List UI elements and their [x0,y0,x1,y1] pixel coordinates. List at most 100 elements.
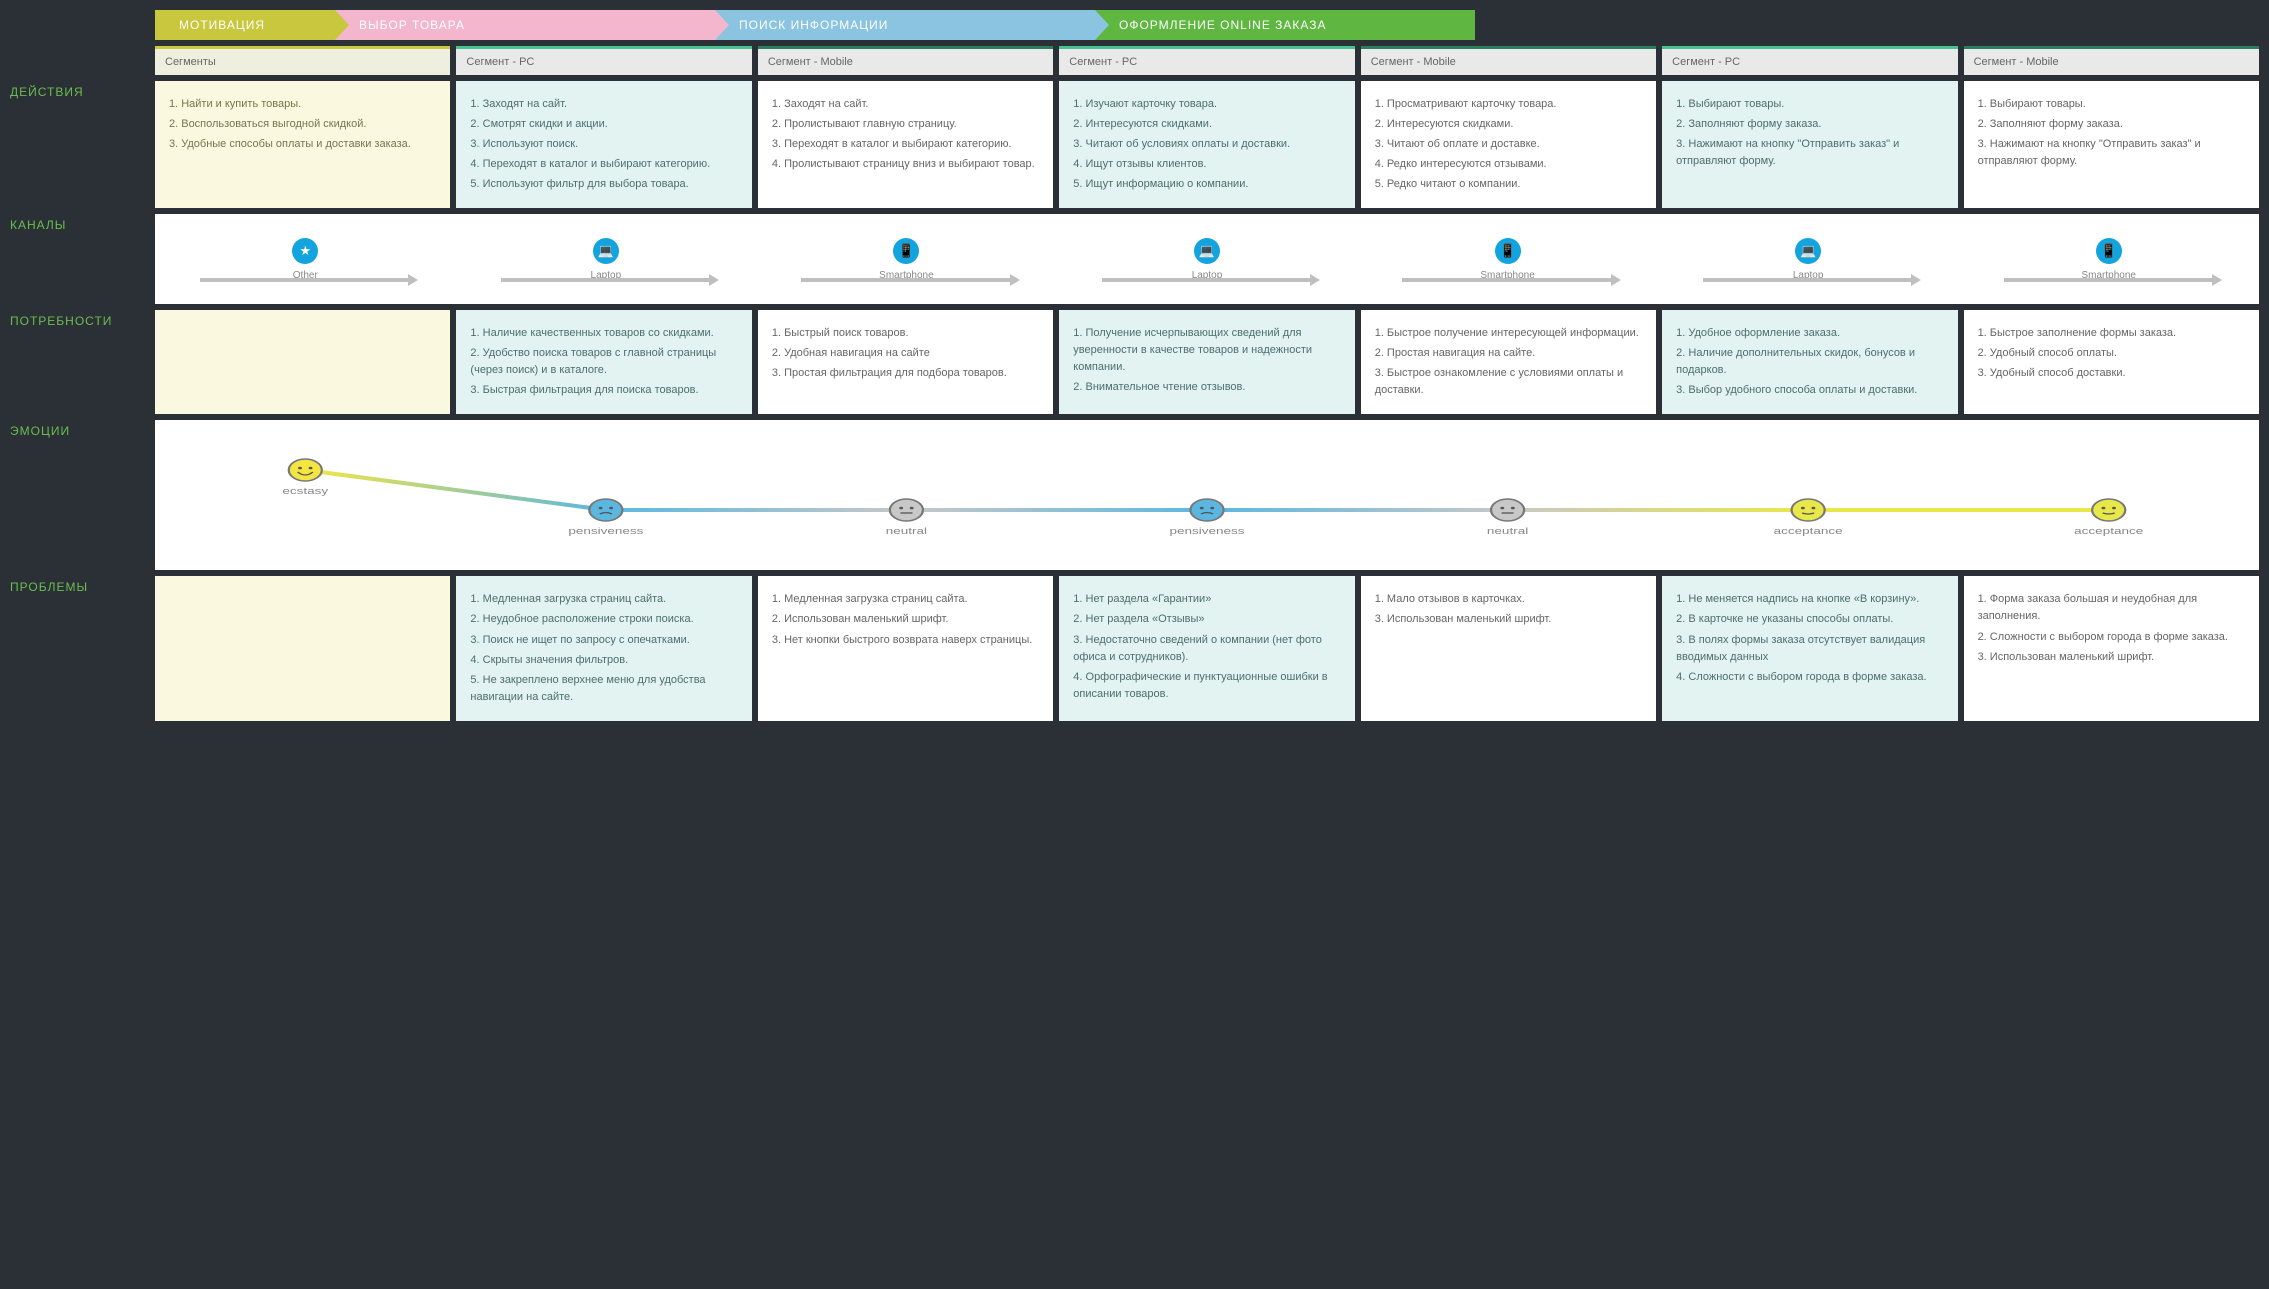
card-line: 1. Просматривают карточку товара. [1375,96,1642,113]
card: 1. Получение исчерпывающих сведений для … [1059,310,1354,414]
emotion-face-icon [2092,499,2125,521]
card-line: 3. Нет кнопки быстрого возврата наверх с… [772,632,1039,649]
card-line: 4. Орфографические и пунктуационные ошиб… [1073,669,1340,703]
card-line: 1. Выбирают товары. [1978,96,2245,113]
card: 1. Просматривают карточку товара. 2. Инте… [1361,81,1656,208]
card-line: 3. Поиск не ищет по запросу с опечатками… [470,632,737,649]
card-line: 1. Найти и купить товары. [169,96,436,113]
card-line: 1. Форма заказа большая и неудобная для … [1978,591,2245,625]
card-line: 4. Редко интересуются отзывами. [1375,156,1642,173]
phone-icon: 📱 [1495,238,1521,264]
card-line: 2. Интересуются скидками. [1073,116,1340,133]
card-line: 2. Внимательное чтение отзывов. [1073,379,1340,396]
row-label-channels: КАНАЛЫ [10,218,155,232]
card: 1. Изучают карточку товара.2. Интересуют… [1059,81,1354,208]
phone-icon: 📱 [893,238,919,264]
card: 1. Наличие качественных товаров со скидк… [456,310,751,414]
card-line: 2. Заполняют форму заказа. [1978,116,2245,133]
channel-cell: 💻 Laptop [1057,238,1358,281]
needs-row: 1. Наличие качественных товаров со скидк… [155,310,2259,414]
card-line: 2. Пролистывают главную страницу. [772,116,1039,133]
problems-row: 1. Медленная загрузка страниц сайта. 2. Н… [155,576,2259,720]
card-line: 2. Удобный способ оплаты. [1978,345,2245,362]
card-line: 1. Нет раздела «Гарантии» [1073,591,1340,608]
emotion-face-icon [589,499,622,521]
card-line: 1. Получение исчерпывающих сведений для … [1073,325,1340,376]
card-line: 2. Воспользоваться выгодной скидкой. [169,116,436,133]
row-label-needs: ПОТРЕБНОСТИ [10,314,155,328]
card-line: 2. Интересуются скидками. [1375,116,1642,133]
card-line: 3. Используют поиск. [470,136,737,153]
segment-header: Сегмент - PC [456,46,751,75]
card-line: 2. Смотрят скидки и акции. [470,116,737,133]
card-line: 4. Сложности с выбором города в форме за… [1676,669,1943,686]
card: 1. Удобное оформление заказа.2. Наличие … [1662,310,1957,414]
phase-search: ПОИСК ИНФОРМАЦИИ [715,10,1095,40]
card-line: 1. Медленная загрузка страниц сайта. [470,591,737,608]
card-line: 4. Ищут отзывы клиентов. [1073,156,1340,173]
card: 1. Мало отзывов в карточках.3. Использов… [1361,576,1656,720]
row-label-actions: ДЕЙСТВИЯ [10,85,155,99]
card-line: 2. Удобство поиска товаров с главной стр… [470,345,737,379]
card-line: 3. Недостаточно сведений о компании (нет… [1073,632,1340,666]
card-line: 4. Переходят в каталог и выбирают катего… [470,156,737,173]
card-line: 3. В полях формы заказа отсутствует вали… [1676,632,1943,666]
card: 1. Медленная загрузка страниц сайта. 2. И… [758,576,1053,720]
card-line: 3. Переходят в каталог и выбирают катего… [772,136,1039,153]
channel-cell: 💻 Laptop [456,238,757,281]
card-line: 2. Простая навигация на сайте. [1375,345,1642,362]
card: 1. Быстрый поиск товаров. 2. Удобная нави… [758,310,1053,414]
emotion-label: acceptance [2074,527,2143,536]
card-line: 3. Читают об условиях оплаты и доставки. [1073,136,1340,153]
card-line: 2. Использован маленький шрифт. [772,611,1039,628]
emotion-face-icon [1190,499,1223,521]
card-line: 1. Быстрое получение интересующей информ… [1375,325,1642,342]
phase-checkout: ОФОРМЛЕНИЕ ONLINE ЗАКАЗА [1095,10,1475,40]
laptop-icon: 💻 [1795,238,1821,264]
emotion-face-icon [289,459,322,481]
segment-header: Сегмент - PC [1059,46,1354,75]
card-line: 3. Выбор удобного способа оплаты и доста… [1676,382,1943,399]
card-line: 2. Нет раздела «Отзывы» [1073,611,1340,628]
emotion-face-icon [1792,499,1825,521]
card-line: 1. Мало отзывов в карточках. [1375,591,1642,608]
card [155,310,450,414]
card: 1. Выбирают товары.2. Заполняют форму за… [1662,81,1957,208]
emotion-label: neutral [1487,527,1528,536]
segment-headers: Сегменты Сегмент - PC Сегмент - Mobile С… [155,46,2259,75]
card: 1. Выбирают товары. 2. Заполняют форму за… [1964,81,2259,208]
card-line: 2. Неудобное расположение строки поиска. [470,611,737,628]
card-line: 1. Быстрый поиск товаров. [772,325,1039,342]
emotion-face-icon [1491,499,1524,521]
card-line: 3. Быстрое ознакомление с условиями опла… [1375,365,1642,399]
segment-header: Сегмент - Mobile [1964,46,2259,75]
card: 1. Медленная загрузка страниц сайта. 2. Н… [456,576,751,720]
channel-cell: 📱 Smartphone [1357,238,1658,281]
card-line: 1. Медленная загрузка страниц сайта. [772,591,1039,608]
card-line: 5. Ищут информацию о компании. [1073,176,1340,193]
card: 1. Нет раздела «Гарантии» 2. Нет раздела … [1059,576,1354,720]
emotion-label: acceptance [1774,527,1843,536]
card-line: 3. Удобный способ доставки. [1978,365,2245,382]
card-line: 1. Наличие качественных товаров со скидк… [470,325,737,342]
card-line: 2. Удобная навигация на сайте [772,345,1039,362]
card: 1. Форма заказа большая и неудобная для … [1964,576,2259,720]
card-line: 2. Сложности с выбором города в форме за… [1978,629,2245,646]
phase-selection: ВЫБОР ТОВАРА [335,10,715,40]
emotion-face-icon [890,499,923,521]
channel-cell: 📱 Smartphone [756,238,1057,281]
phase-header: МОТИВАЦИЯ ВЫБОР ТОВАРА ПОИСК ИНФОРМАЦИИ … [155,10,2259,40]
card-line: 2. Наличие дополнительных скидок, бонусо… [1676,345,1943,379]
card: 1. Заходят на сайт.2. Смотрят скидки и а… [456,81,751,208]
channel-cell: ★ Other [155,238,456,281]
card-line: 5. Не закреплено верхнее меню для удобст… [470,672,737,706]
card-line: 4. Пролистывают страницу вниз и выбирают… [772,156,1039,173]
emotion-label: pensiveness [1169,527,1244,536]
card: 1. Не меняется надпись на кнопке «В корз… [1662,576,1957,720]
card [155,576,450,720]
row-label-emotions: ЭМОЦИИ [10,424,155,438]
card-line: 3. Быстрая фильтрация для поиска товаров… [470,382,737,399]
emotion-label: pensiveness [568,527,643,536]
card-line: 3. Нажимают на кнопку "Отправить заказ" … [1978,136,2245,170]
laptop-icon: 💻 [1194,238,1220,264]
